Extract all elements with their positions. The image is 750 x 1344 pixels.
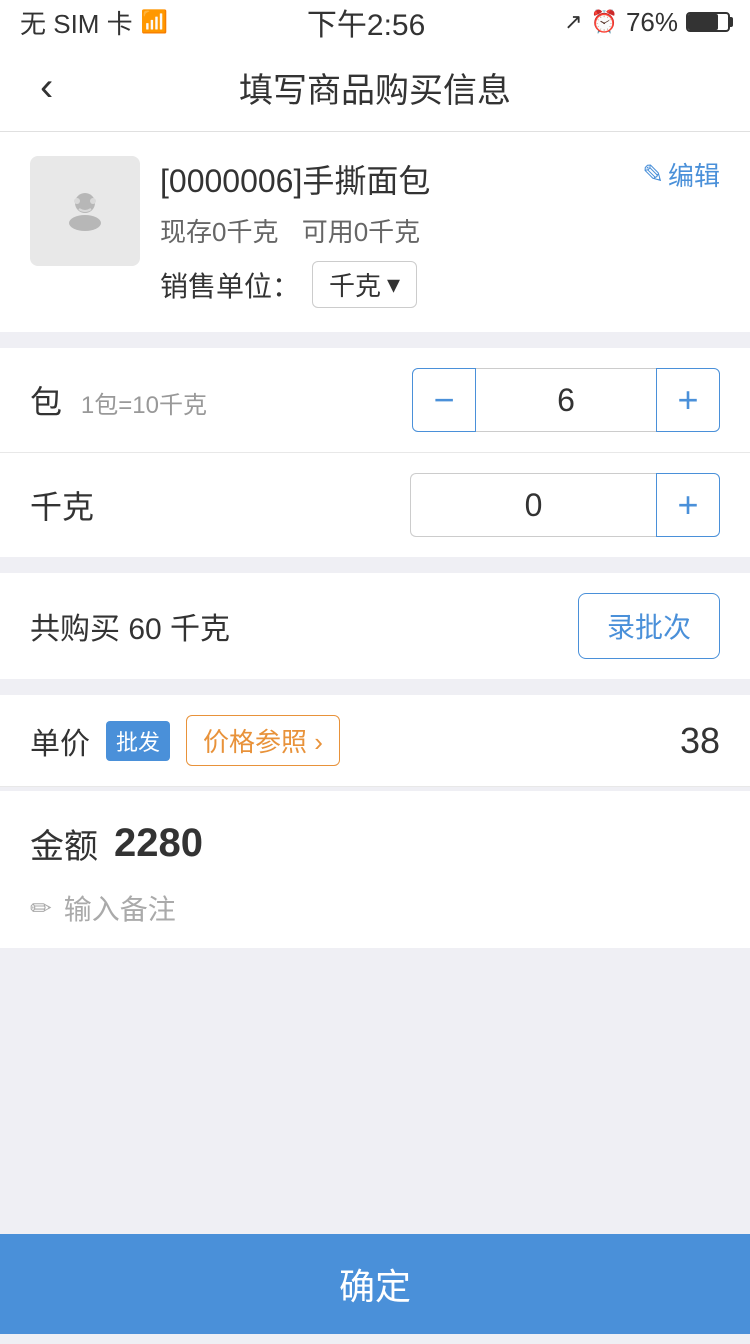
bag-increment-button[interactable]: + [656, 368, 720, 432]
price-value: 38 [680, 720, 720, 762]
status-carrier: 无 SIM 卡 📶 [20, 4, 168, 41]
total-section: 共购买 60 千克 录批次 [0, 573, 750, 679]
product-image-icon [55, 181, 115, 241]
bag-decrement-button[interactable]: − [412, 368, 476, 432]
bag-label: 包 1包=10千克 [30, 377, 412, 423]
amount-value: 2280 [114, 821, 203, 866]
remark-placeholder: 输入备注 [64, 888, 176, 928]
battery-fill [688, 14, 718, 30]
product-card: [0000006]手撕面包 ✎ 编辑 现存0千克 可用0千克 销售单位： 千克 … [0, 132, 750, 332]
total-text: 共购买 60 千克 [30, 604, 230, 648]
kg-qty-control: + [410, 473, 720, 537]
price-label: 单价 [30, 719, 90, 763]
unit-label: 销售单位： [160, 265, 300, 305]
kg-label: 千克 [30, 482, 410, 528]
remark-row[interactable]: ✏ 输入备注 [30, 888, 720, 928]
product-unit-row: 销售单位： 千克 ▾ [160, 261, 720, 308]
location-icon: ↗ [564, 9, 582, 35]
kg-increment-button[interactable]: + [656, 473, 720, 537]
bag-input-row: 包 1包=10千克 − + [0, 348, 750, 453]
edit-icon: ✎ [642, 159, 664, 190]
confirm-button[interactable]: 确定 [0, 1234, 750, 1334]
price-type-tag: 批发 [106, 721, 170, 761]
alarm-icon: ⏰ [591, 9, 618, 35]
product-info: [0000006]手撕面包 ✎ 编辑 现存0千克 可用0千克 销售单位： 千克 … [160, 156, 720, 308]
carrier-text: 无 SIM 卡 [20, 4, 133, 41]
edit-label: 编辑 [668, 156, 720, 193]
unit-select[interactable]: 千克 ▾ [312, 261, 417, 308]
bag-quantity-input[interactable] [476, 368, 656, 432]
stock-text: 现存0千克 [160, 217, 278, 247]
amount-row: 金额 2280 [30, 819, 720, 868]
amount-section: 金额 2280 ✏ 输入备注 [0, 791, 750, 948]
bag-hint: 1包=10千克 [81, 392, 207, 419]
battery-indicator [686, 12, 730, 32]
product-name: [0000006]手撕面包 [160, 156, 430, 202]
remark-pencil-icon: ✏ [30, 893, 52, 924]
quantity-section: 包 1包=10千克 − + 千克 + [0, 348, 750, 557]
kg-label-text: 千克 [30, 489, 94, 525]
page-title: 填写商品购买信息 [239, 63, 511, 112]
price-section: 单价 批发 价格参照 › 38 [0, 695, 750, 787]
price-reference-button[interactable]: 价格参照 › [186, 715, 340, 766]
edit-button[interactable]: ✎ 编辑 [642, 156, 720, 193]
status-right: ↗ ⏰ 76% [564, 7, 730, 38]
bag-label-text: 包 [30, 384, 62, 420]
status-bar: 无 SIM 卡 📶 下午2:56 ↗ ⏰ 76% [0, 0, 750, 44]
wifi-icon: 📶 [141, 9, 168, 35]
battery-text: 76% [626, 7, 678, 38]
product-thumbnail [30, 156, 140, 266]
kg-input-row: 千克 + [0, 453, 750, 557]
nav-bar: ‹ 填写商品购买信息 [0, 44, 750, 132]
product-stock: 现存0千克 可用0千克 [160, 212, 720, 249]
status-time: 下午2:56 [307, 0, 425, 44]
kg-quantity-input[interactable] [410, 473, 656, 537]
unit-value: 千克 [329, 266, 381, 303]
back-button[interactable]: ‹ [30, 55, 63, 120]
record-batch-button[interactable]: 录批次 [578, 593, 720, 659]
unit-dropdown-icon: ▾ [387, 269, 400, 300]
available-text: 可用0千克 [302, 217, 420, 247]
amount-label: 金额 [30, 819, 98, 868]
bag-qty-control: − + [412, 368, 720, 432]
gray-spacer [0, 964, 750, 1244]
